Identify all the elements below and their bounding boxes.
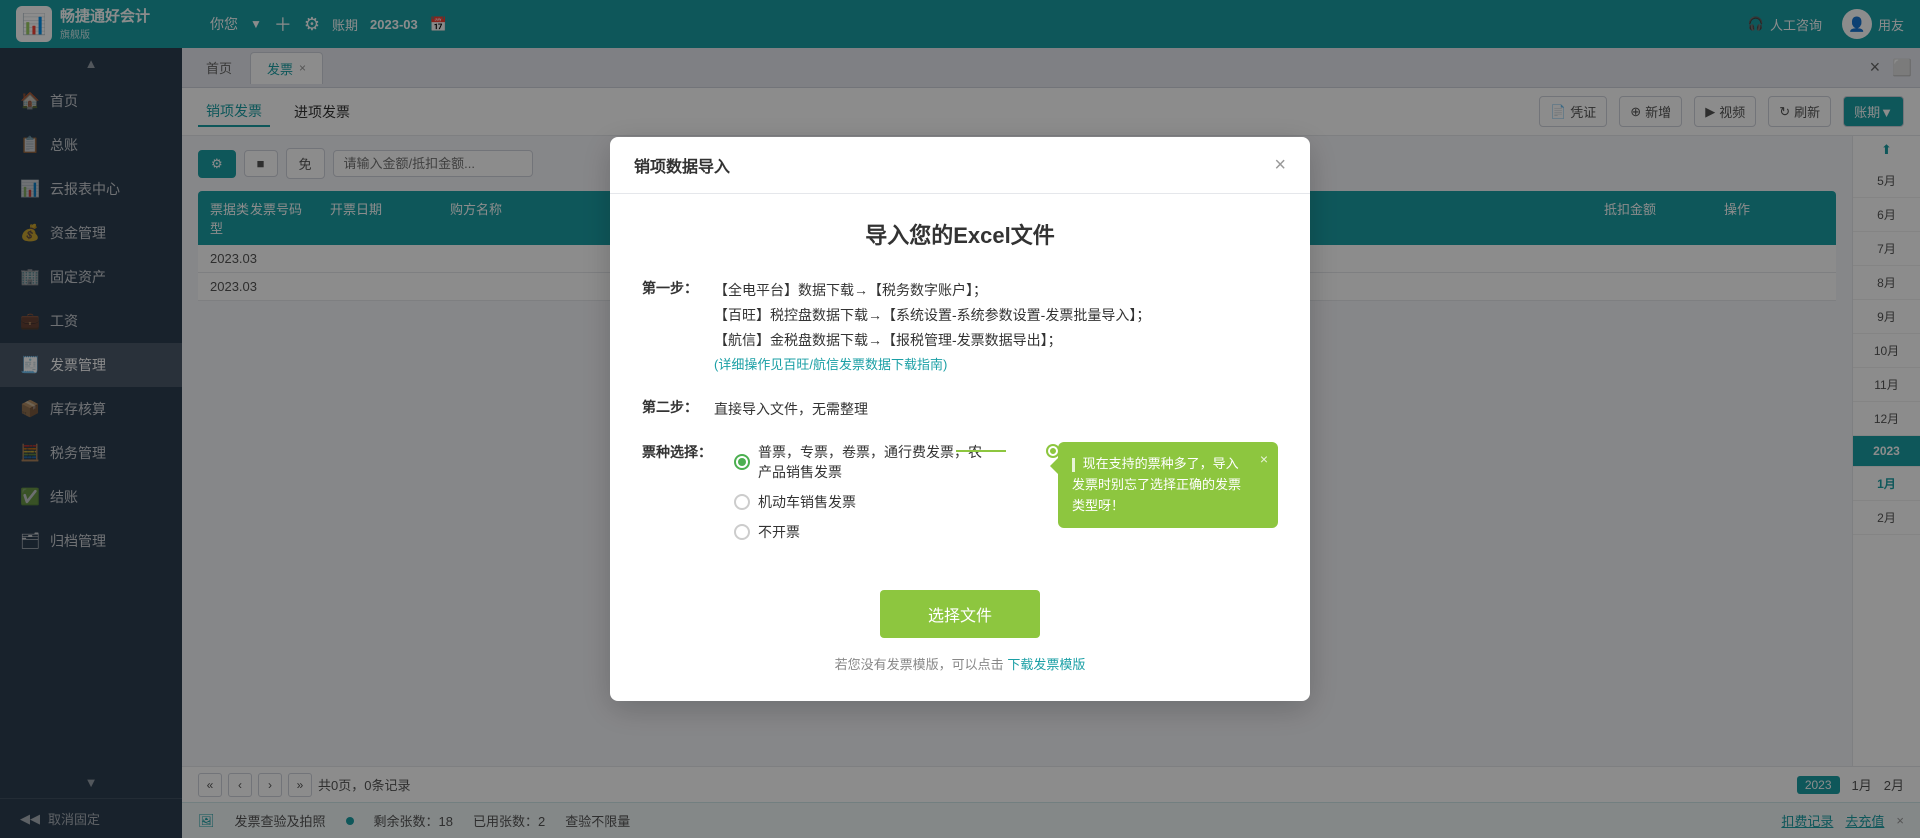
step1-line3: 【航信】金税盘数据下载→【报税管理-发票数据导出】； bbox=[714, 328, 1150, 353]
modal-title: 销项数据导入 bbox=[634, 153, 730, 177]
radio-dot-0 bbox=[738, 458, 746, 466]
tooltip-close-button[interactable]: × bbox=[1260, 448, 1268, 470]
modal-close-button[interactable]: × bbox=[1274, 155, 1286, 175]
tooltip-connector bbox=[956, 450, 1006, 452]
radio-circle-0 bbox=[734, 454, 750, 470]
step1-row: 第一步： 【全电平台】数据下载→【税务数字账户】； 【百旺】税控盘数据下载→【系… bbox=[642, 278, 1278, 377]
tooltip-text: 现在支持的票种多了，导入发票时别忘了选择正确的发票类型呀！ bbox=[1072, 456, 1241, 513]
tooltip-arrow bbox=[1050, 458, 1058, 474]
radio-item-2[interactable]: 不开票 bbox=[734, 522, 986, 542]
radio-group: 普票，专票，卷票，通行费发票，农产品销售发票 机动车销售发票 不开票 bbox=[734, 442, 986, 542]
ticket-label: 票种选择： bbox=[642, 442, 722, 462]
step1-label: 第一步： bbox=[642, 278, 702, 298]
step2-content: 直接导入文件，无需整理 bbox=[714, 397, 868, 422]
radio-label-2: 不开票 bbox=[758, 522, 800, 542]
step1-guide-link[interactable]: (详细操作见百旺/航信发票数据下载指南) bbox=[714, 353, 1150, 376]
modal-header: 销项数据导入 × bbox=[610, 137, 1310, 194]
radio-item-1[interactable]: 机动车销售发票 bbox=[734, 492, 986, 512]
step1-line1: 【全电平台】数据下载→【税务数字账户】； bbox=[714, 278, 1150, 303]
step1-content: 【全电平台】数据下载→【税务数字账户】； 【百旺】税控盘数据下载→【系统设置-系… bbox=[714, 278, 1150, 377]
download-hint-text: 若您没有发票模版，可以点击 bbox=[835, 657, 1004, 672]
step2-label: 第二步： bbox=[642, 397, 702, 417]
ticket-select-row: 票种选择： 普票，专票，卷票，通行费发票，农产品销售发票 bbox=[642, 442, 1278, 542]
connector-dot bbox=[1048, 446, 1058, 456]
modal-main-title: 导入您的Excel文件 bbox=[642, 218, 1278, 250]
radio-circle-2 bbox=[734, 524, 750, 540]
tooltip-bar bbox=[1072, 458, 1075, 472]
tooltip-bubble: 现在支持的票种多了，导入发票时别忘了选择正确的发票类型呀！ × bbox=[1058, 442, 1278, 528]
radio-label-1: 机动车销售发票 bbox=[758, 492, 856, 512]
step1-line2: 【百旺】税控盘数据下载→【系统设置-系统参数设置-发票批量导入】； bbox=[714, 303, 1150, 328]
step2-row: 第二步： 直接导入文件，无需整理 bbox=[642, 397, 1278, 422]
modal-footer: 选择文件 若您没有发票模版，可以点击 下载发票模版 bbox=[610, 574, 1310, 701]
modal-body: 导入您的Excel文件 第一步： 【全电平台】数据下载→【税务数字账户】； 【百… bbox=[610, 194, 1310, 574]
select-file-button[interactable]: 选择文件 bbox=[880, 590, 1040, 638]
radio-circle-1 bbox=[734, 494, 750, 510]
import-modal: 销项数据导入 × 导入您的Excel文件 第一步： 【全电平台】数据下载→【税务… bbox=[610, 137, 1310, 701]
radio-item-0[interactable]: 普票，专票，卷票，通行费发票，农产品销售发票 bbox=[734, 442, 986, 482]
download-template-link[interactable]: 下载发票模版 bbox=[1007, 657, 1085, 672]
modal-overlay: 销项数据导入 × 导入您的Excel文件 第一步： 【全电平台】数据下载→【税务… bbox=[0, 0, 1920, 838]
download-hint: 若您没有发票模版，可以点击 下载发票模版 bbox=[634, 654, 1286, 673]
tooltip-container: 现在支持的票种多了，导入发票时别忘了选择正确的发票类型呀！ × bbox=[1058, 442, 1278, 528]
radio-label-0: 普票，专票，卷票，通行费发票，农产品销售发票 bbox=[758, 442, 986, 482]
